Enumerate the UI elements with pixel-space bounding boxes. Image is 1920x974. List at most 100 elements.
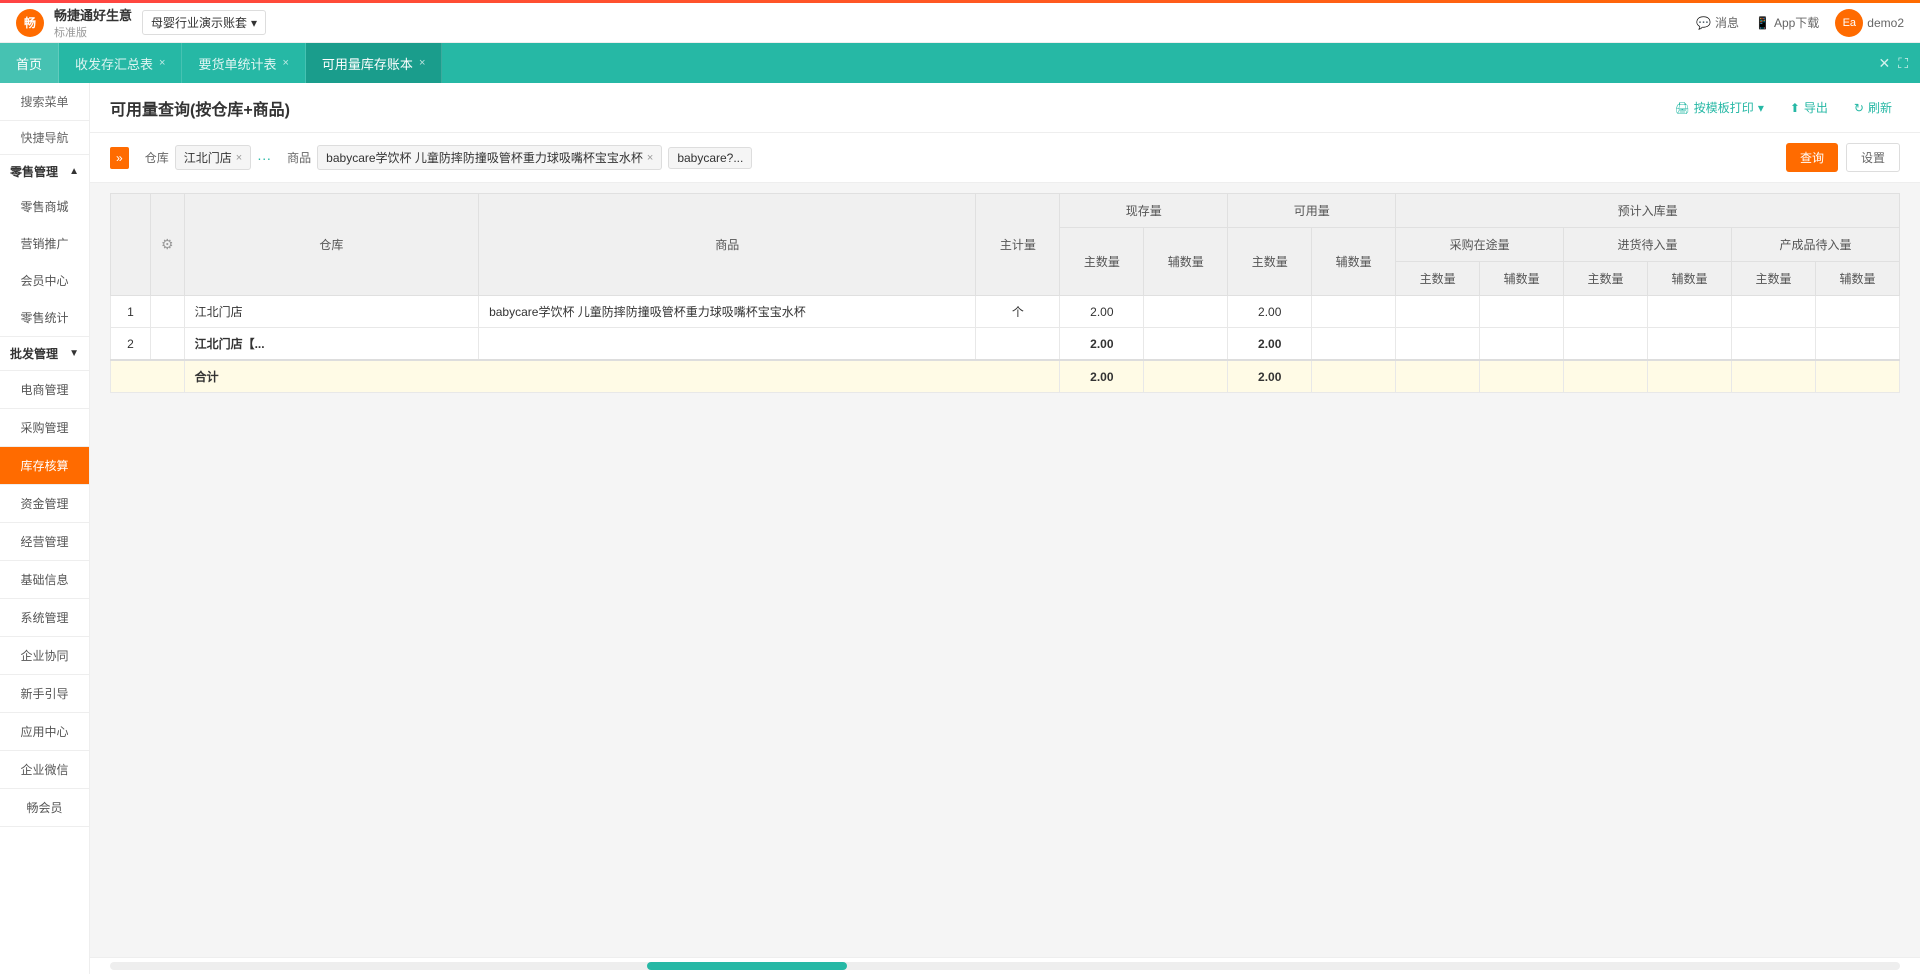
- sidebar-item-guide[interactable]: 新手引导: [0, 675, 89, 712]
- message-button[interactable]: 💬 消息: [1696, 14, 1739, 31]
- total-purchase-aux: [1480, 360, 1564, 393]
- sidebar-item-system[interactable]: 系统管理: [0, 599, 89, 636]
- refresh-icon: ↻: [1854, 101, 1864, 115]
- brand-logo: 畅: [16, 9, 44, 37]
- cell-purchase-main-2: [1396, 328, 1480, 361]
- th-purchase-transit: 采购在途量: [1396, 228, 1564, 262]
- avatar: Ea: [1835, 9, 1863, 37]
- cell-settings-2: [151, 328, 185, 361]
- total-current-main: 2.00: [1060, 360, 1144, 393]
- chevron-down-icon: ▾: [251, 16, 257, 30]
- sidebar-item-member[interactable]: 会员中心: [0, 262, 89, 299]
- product-filter: 商品 babycare学饮杯 儿童防摔防撞吸管杯重力球吸嘴杯宝宝水杯 × bab…: [287, 145, 752, 170]
- refresh-button[interactable]: ↻ 刷新: [1846, 95, 1900, 120]
- cell-production-aux-1: [1815, 296, 1899, 328]
- cell-settings-1: [151, 296, 185, 328]
- cell-product-1: babycare学饮杯 儿童防摔防撞吸管杯重力球吸嘴杯宝宝水杯: [479, 296, 976, 328]
- total-incoming-aux: [1648, 360, 1732, 393]
- cell-incoming-aux-2: [1648, 328, 1732, 361]
- scrollbar-thumb[interactable]: [647, 962, 847, 970]
- print-template-button[interactable]: 🖨 按模板打印 ▾: [1667, 95, 1772, 120]
- main-layout: 搜索菜单 快捷导航 零售管理 ▲ 零售商城 营销推广 会员中心 零售统计 批发管…: [0, 83, 1920, 974]
- horizontal-scrollbar[interactable]: [110, 962, 1900, 970]
- total-row: 合计 2.00 2.00: [111, 360, 1900, 393]
- query-button[interactable]: 查询: [1786, 143, 1838, 172]
- section-basic-info: 基础信息: [0, 561, 89, 599]
- cell-warehouse-1: 江北门店: [184, 296, 479, 328]
- section-app-center: 应用中心: [0, 713, 89, 751]
- tab-receive-summary[interactable]: 收发存汇总表 ×: [59, 43, 182, 83]
- nav-actions: ✕ ⛶: [1866, 43, 1920, 83]
- sidebar-item-marketing[interactable]: 营销推广: [0, 225, 89, 262]
- sidebar-item-retail-shop[interactable]: 零售商城: [0, 188, 89, 225]
- user-profile[interactable]: Ea demo2: [1835, 9, 1904, 37]
- expand-tabs[interactable]: ⛶: [1898, 55, 1908, 72]
- sidebar-item-retail-header[interactable]: 零售管理 ▲: [0, 155, 89, 188]
- filter-expand-button[interactable]: »: [110, 147, 129, 169]
- cell-unit-2: [976, 328, 1060, 361]
- industry-selector[interactable]: 母婴行业演示账套 ▾: [142, 10, 266, 35]
- th-available-aux-qty: 辅数量: [1312, 228, 1396, 296]
- cell-index-2: 2: [111, 328, 151, 361]
- sidebar-item-purchase[interactable]: 采购管理: [0, 409, 89, 446]
- remove-warehouse-tag[interactable]: ×: [236, 152, 242, 164]
- sidebar-item-inventory[interactable]: 库存核算: [0, 447, 89, 484]
- th-settings[interactable]: ⚙: [151, 194, 185, 296]
- th-purchase-aux: 辅数量: [1480, 262, 1564, 296]
- sidebar-item-ecommerce[interactable]: 电商管理: [0, 371, 89, 408]
- section-ecommerce: 电商管理: [0, 371, 89, 409]
- tab-order-stats[interactable]: 要货单统计表 ×: [182, 43, 305, 83]
- close-tab-available[interactable]: ×: [419, 57, 425, 69]
- table-row: 1 江北门店 babycare学饮杯 儿童防摔防撞吸管杯重力球吸嘴杯宝宝水杯 个…: [111, 296, 1900, 328]
- page-actions: 🖨 按模板打印 ▾ ⬆ 导出 ↻ 刷新: [1667, 95, 1900, 120]
- th-current-stock: 现存量: [1060, 194, 1228, 228]
- total-spacer: [111, 360, 185, 393]
- sidebar-item-enterprise[interactable]: 企业协同: [0, 637, 89, 674]
- app-download-button[interactable]: 📱 App下载: [1755, 14, 1819, 31]
- table-area: ⚙ 仓库 商品 主计量 现存量 可用量 预计入库量 主数量 辅数量 主数量 辅数…: [90, 183, 1920, 957]
- total-production-main: [1731, 360, 1815, 393]
- th-available-main-qty: 主数量: [1228, 228, 1312, 296]
- export-button[interactable]: ⬆ 导出: [1782, 95, 1836, 120]
- top-bar: 畅 畅捷通好生意 标准版 母婴行业演示账套 ▾ 💬 消息 📱 App下载 Ea …: [0, 3, 1920, 43]
- search-menu-label[interactable]: 搜索菜单: [8, 93, 81, 110]
- cell-purchase-aux-1: [1480, 296, 1564, 328]
- sidebar-search[interactable]: 搜索菜单: [0, 83, 89, 121]
- close-tab-order[interactable]: ×: [282, 57, 288, 69]
- cell-incoming-aux-1: [1648, 296, 1732, 328]
- sidebar-item-member-plus[interactable]: 畅会员: [0, 789, 89, 826]
- column-settings-icon[interactable]: ⚙: [161, 236, 174, 252]
- th-purchase-main: 主数量: [1396, 262, 1480, 296]
- close-all-tabs[interactable]: ✕: [1878, 55, 1890, 72]
- sidebar-item-finance[interactable]: 资金管理: [0, 485, 89, 522]
- cell-product-2: [479, 328, 976, 361]
- th-production-main: 主数量: [1731, 262, 1815, 296]
- sidebar-item-retail-stats[interactable]: 零售统计: [0, 299, 89, 336]
- total-available-aux: [1312, 360, 1396, 393]
- sidebar-item-operations[interactable]: 经营管理: [0, 523, 89, 560]
- product-tag-babycare2: babycare?...: [668, 147, 752, 169]
- brand-name: 畅捷通好生意: [54, 5, 132, 24]
- warehouse-filter: 仓库 江北门店 × ···: [145, 145, 271, 170]
- brand-info: 畅捷通好生意 标准版: [54, 5, 132, 40]
- warehouse-label: 仓库: [145, 149, 169, 166]
- tab-available-stock[interactable]: 可用量库存账本 ×: [306, 43, 442, 83]
- sidebar-item-wholesale-header[interactable]: 批发管理 ▼: [0, 337, 89, 370]
- th-incoming-aux: 辅数量: [1648, 262, 1732, 296]
- sidebar: 搜索菜单 快捷导航 零售管理 ▲ 零售商城 营销推广 会员中心 零售统计 批发管…: [0, 83, 90, 974]
- sidebar-quick-nav[interactable]: 快捷导航: [0, 121, 89, 155]
- settings-button[interactable]: 设置: [1846, 143, 1900, 172]
- close-tab-receive[interactable]: ×: [159, 57, 165, 69]
- tab-home[interactable]: 首页: [0, 43, 59, 83]
- cell-purchase-aux-2: [1480, 328, 1564, 361]
- section-finance: 资金管理: [0, 485, 89, 523]
- warehouse-more[interactable]: ···: [257, 150, 271, 166]
- total-label: 合计: [184, 360, 1060, 393]
- remove-product-tag-1[interactable]: ×: [647, 152, 653, 164]
- cell-index-1: 1: [111, 296, 151, 328]
- sidebar-item-app-center[interactable]: 应用中心: [0, 713, 89, 750]
- warehouse-tag-jiangbei: 江北门店 ×: [175, 145, 251, 170]
- cell-production-main-1: [1731, 296, 1815, 328]
- sidebar-item-wechat[interactable]: 企业微信: [0, 751, 89, 788]
- sidebar-item-basic-info[interactable]: 基础信息: [0, 561, 89, 598]
